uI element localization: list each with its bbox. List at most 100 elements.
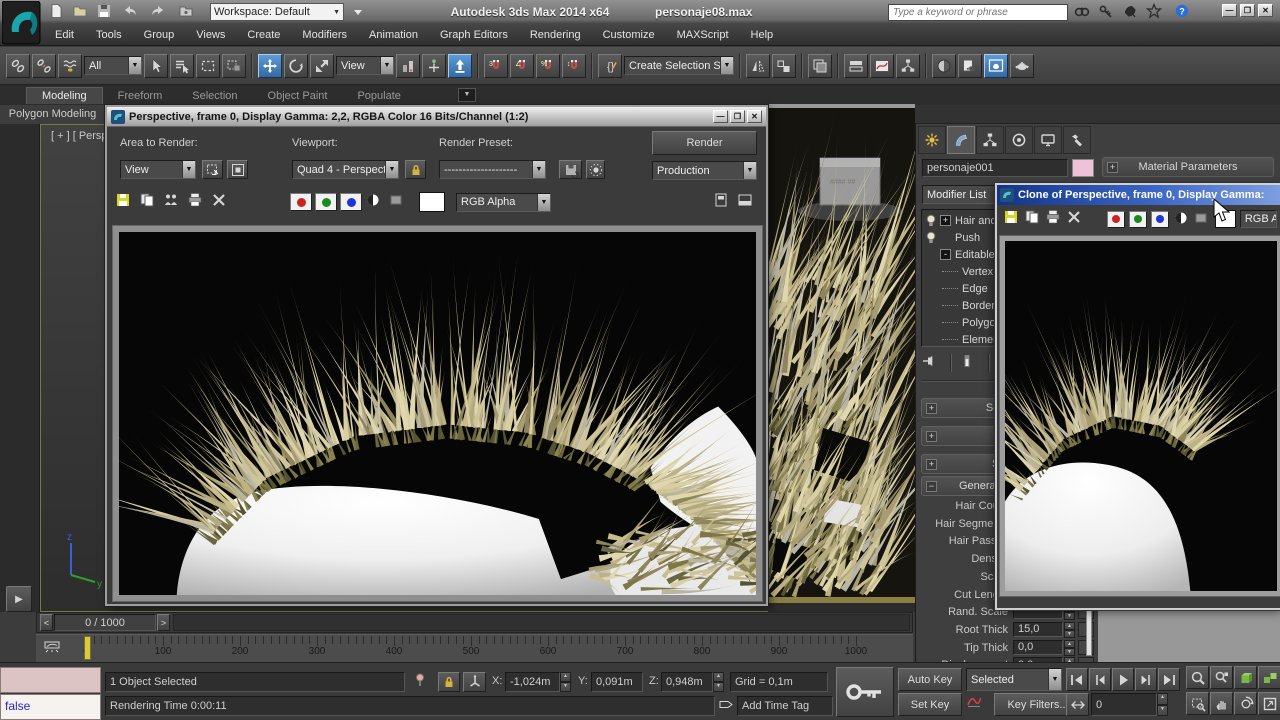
copy-image-button[interactable] (1024, 209, 1041, 229)
select-object-button[interactable] (144, 53, 168, 78)
render-button[interactable]: Render (652, 131, 757, 155)
time-tag-icon[interactable] (718, 696, 734, 716)
menu-views[interactable]: Views (185, 26, 236, 44)
redo-button[interactable] (150, 3, 170, 21)
layer-manager-button[interactable] (808, 53, 832, 78)
select-and-link-button[interactable] (6, 53, 30, 78)
command-panel-tab-display[interactable] (1034, 126, 1062, 154)
ribbon-tab-freeform[interactable]: Freeform (103, 88, 178, 104)
material-editor-button[interactable] (932, 53, 956, 78)
favorites-icon[interactable] (1146, 3, 1168, 21)
x-spinner[interactable]: ▲ ▼ (560, 672, 571, 692)
menu-edit[interactable]: Edit (44, 26, 85, 44)
project-folder-button[interactable] (178, 3, 200, 21)
param-spinner[interactable]: ▲▼ (1064, 621, 1075, 638)
command-panel-tab-motion[interactable] (1005, 126, 1033, 154)
window-crossing-button[interactable] (222, 53, 246, 78)
undo-button[interactable] (122, 3, 142, 21)
go-to-start-button[interactable] (1066, 668, 1088, 691)
save-preset-button[interactable] (559, 160, 582, 179)
set-key-button[interactable]: Set Key (898, 693, 962, 716)
menu-create[interactable]: Create (236, 26, 291, 44)
open-file-button[interactable] (72, 3, 92, 21)
expand-box[interactable]: + (940, 215, 951, 226)
menu-help[interactable]: Help (740, 26, 785, 44)
absolute-mode-toggle[interactable] (463, 672, 486, 692)
clone-title-bar[interactable]: Clone of Perspective, frame 0, Display G… (997, 185, 1280, 205)
zoom-extents-button[interactable] (1234, 666, 1257, 689)
clone-rendered-frame-button[interactable] (163, 192, 184, 213)
edit-named-selection-sets-button[interactable]: {} (598, 53, 622, 78)
frame-spinner[interactable]: ▲ ▼ (1157, 693, 1168, 716)
green-channel-button[interactable] (315, 193, 337, 211)
rfw-maximize-button[interactable]: ❐ (730, 110, 745, 123)
viewport-dropdown[interactable]: Quad 4 - Perspective ▼ (292, 160, 399, 179)
time-marker[interactable] (84, 636, 91, 660)
print-image-button[interactable] (1045, 209, 1062, 229)
keyboard-shortcut-override-button[interactable] (448, 53, 472, 78)
viewport-lock-button[interactable] (405, 160, 426, 179)
save-image-button[interactable] (115, 192, 136, 213)
close-button[interactable]: ✕ (1258, 4, 1273, 17)
selection-set-dropdown[interactable]: Selected ▼ (966, 668, 1062, 691)
material-parameters-rollout[interactable]: + Material Parameters (1102, 157, 1274, 177)
toggle-ui-button[interactable] (737, 192, 758, 213)
track-bar-ruler[interactable]: 01002003004005006007008009001000 (83, 635, 876, 663)
zoom-extents-all-button[interactable] (1258, 666, 1280, 689)
param-field-tip-thick[interactable]: 0,0 (1013, 639, 1063, 655)
rfw-close-button[interactable]: ✕ (747, 110, 762, 123)
rfw-title-bar[interactable]: Perspective, frame 0, Display Gamma: 2,2… (107, 107, 766, 127)
render-setup-button[interactable] (958, 53, 982, 78)
expand-box[interactable]: - (940, 249, 951, 260)
auto-region-button[interactable] (227, 160, 248, 179)
select-and-manipulate-button[interactable] (422, 53, 446, 78)
menu-maxscript[interactable]: MAXScript (666, 26, 740, 44)
communication-center-icon[interactable] (1122, 3, 1144, 21)
bind-to-space-warp-button[interactable] (58, 53, 82, 78)
ribbon-toggle-button[interactable] (844, 53, 868, 78)
maximize-viewport-button[interactable] (1258, 692, 1280, 715)
select-and-scale-button[interactable] (310, 53, 334, 78)
monochrome-button[interactable] (1173, 210, 1189, 228)
alpha-channel-button[interactable] (1193, 210, 1209, 228)
menu-modifiers[interactable]: Modifiers (291, 26, 358, 44)
save-file-button[interactable] (96, 3, 116, 21)
command-panel-tab-create[interactable] (918, 126, 946, 154)
object-name-field[interactable]: personaje001 (922, 159, 1068, 177)
render-preset-dropdown[interactable]: -------------------- ▼ (439, 160, 546, 179)
zoom-region-button[interactable] (1186, 692, 1209, 715)
ribbon-tab-populate[interactable]: Populate (342, 88, 415, 104)
y-coordinate-field[interactable]: 0,091m (591, 672, 643, 692)
blue-channel-button[interactable] (1150, 210, 1170, 228)
spinner-snap-button[interactable]: ↕ (562, 53, 586, 78)
menu-animation[interactable]: Animation (358, 26, 429, 44)
license-icon[interactable] (1098, 3, 1120, 21)
key-mode-toggle[interactable] (1066, 693, 1089, 716)
toggle-ui-overlays-button[interactable] (713, 192, 734, 213)
menu-tools[interactable]: Tools (85, 26, 133, 44)
auto-key-button[interactable]: Auto Key (898, 668, 962, 691)
time-slider-handle[interactable]: 0 / 1000 (54, 614, 156, 631)
preset-options-button[interactable] (586, 160, 605, 179)
orbit-button[interactable] (1234, 692, 1257, 715)
ribbon-tab-object-paint[interactable]: Object Paint (253, 88, 343, 104)
snap-toggle-3d-button[interactable]: 3 (484, 53, 508, 78)
polygon-modeling-panel[interactable]: Polygon Modeling (0, 105, 106, 124)
green-channel-button[interactable] (1128, 210, 1147, 228)
menu-graph-editors[interactable]: Graph Editors (429, 26, 519, 44)
select-by-name-button[interactable] (170, 53, 194, 78)
current-frame-field[interactable]: 0 (1091, 693, 1157, 716)
set-keys-button[interactable] (836, 667, 894, 717)
workspace-dropdown[interactable]: Workspace: Default ▼ (210, 3, 344, 21)
next-frame-button[interactable]: > (157, 614, 170, 631)
next-frame-button[interactable] (1135, 668, 1157, 691)
use-pivot-point-center-button[interactable] (396, 53, 420, 78)
zoom-all-button[interactable] (1210, 666, 1233, 689)
command-panel-tab-modify[interactable] (947, 126, 975, 154)
edit-region-button[interactable] (202, 160, 223, 179)
ribbon-more-button[interactable]: ▼ (458, 88, 476, 102)
ribbon-tab-modeling[interactable]: Modeling (26, 87, 103, 104)
selection-lock-toggle[interactable] (438, 672, 460, 692)
monochrome-button[interactable] (365, 192, 385, 212)
render-production-button[interactable] (1010, 53, 1034, 78)
